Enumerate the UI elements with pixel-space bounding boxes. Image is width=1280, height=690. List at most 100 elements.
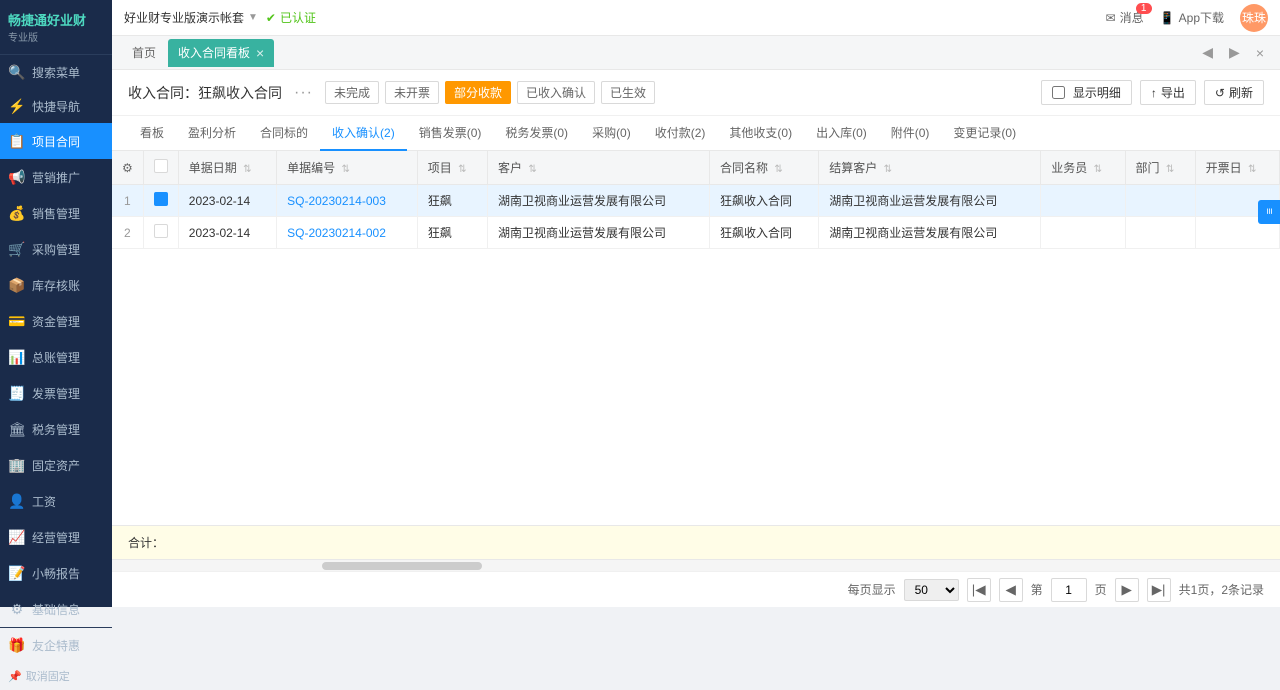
- active-tab[interactable]: 收入合同看板 ×: [168, 39, 274, 67]
- next-page-button[interactable]: ▶: [1115, 578, 1139, 602]
- data-table: ⚙ 单据日期 ⇅ 单据编号 ⇅: [112, 151, 1280, 249]
- tab-payment[interactable]: 收付款(2): [643, 116, 718, 151]
- table-row[interactable]: 2 2023-02-14 SQ-20230214-002 狂飙 湖南卫视商业运营…: [112, 217, 1280, 249]
- user-avatar[interactable]: 珠珠: [1240, 4, 1268, 32]
- sidebar-item-inventory[interactable]: 📦 库存核账: [0, 267, 112, 303]
- right-action-icon: ≡: [1263, 208, 1275, 216]
- status-tag-confirmed[interactable]: 已收入确认: [517, 81, 595, 104]
- th-open-date[interactable]: 开票日 ⇅: [1195, 151, 1279, 185]
- cell-index: 1: [112, 185, 143, 217]
- export-button[interactable]: ↑ 导出: [1140, 80, 1196, 105]
- tab-close-all-icon[interactable]: ×: [1252, 43, 1268, 63]
- row-checkbox[interactable]: [154, 224, 168, 238]
- sidebar-item-labor[interactable]: 👤 工资: [0, 483, 112, 519]
- row-checkbox[interactable]: [154, 192, 168, 206]
- sidebar-item-funds[interactable]: 💳 资金管理: [0, 303, 112, 339]
- first-page-button[interactable]: |◀: [967, 578, 991, 602]
- cell-dept: [1125, 185, 1195, 217]
- content-area: 收入合同：狂飙收入合同 ··· 未完成 未开票 部分收款 已收入确认 已生效 显…: [112, 70, 1280, 607]
- tab-contract-target[interactable]: 合同标的: [248, 116, 320, 151]
- tab-warehouse[interactable]: 出入库(0): [804, 116, 879, 151]
- sidebar-item-search[interactable]: 🔍 搜索菜单: [0, 55, 112, 89]
- tab-change-log[interactable]: 变更记录(0): [941, 116, 1028, 151]
- sidebar-item-report[interactable]: 📝 小畅报告: [0, 555, 112, 591]
- refresh-icon: ↺: [1215, 86, 1225, 100]
- tab-sales-invoice[interactable]: 销售发票(0): [407, 116, 494, 151]
- certified-check-icon: ✔: [266, 11, 276, 25]
- sidebar-item-project[interactable]: 📋 项目合同: [0, 123, 112, 159]
- sidebar-item-youqi[interactable]: 🎁 友企特惠: [0, 628, 112, 662]
- home-tab[interactable]: 首页: [124, 40, 164, 65]
- refresh-button[interactable]: ↺ 刷新: [1204, 80, 1264, 105]
- cell-date: 2023-02-14: [178, 185, 276, 217]
- sidebar-item-basic[interactable]: ⚙ 基础信息: [0, 591, 112, 627]
- status-tag-incomplete[interactable]: 未完成: [325, 81, 379, 104]
- th-customer[interactable]: 客户 ⇅: [487, 151, 709, 185]
- message-button[interactable]: ✉ 消息 1: [1106, 9, 1144, 26]
- tab-close-icon[interactable]: ×: [256, 45, 264, 61]
- more-options-button[interactable]: ···: [294, 84, 313, 102]
- th-date[interactable]: 单据日期 ⇅: [178, 151, 276, 185]
- sidebar-item-quick-nav[interactable]: ⚡ 快捷导航: [0, 89, 112, 123]
- tab-prev-icon[interactable]: ◀: [1198, 42, 1217, 63]
- th-contract-name[interactable]: 合同名称 ⇅: [709, 151, 818, 185]
- sidebar-item-invoice[interactable]: 🧾 发票管理: [0, 375, 112, 411]
- youqi-icon: 🎁: [8, 636, 26, 654]
- tab-attachment[interactable]: 附件(0): [879, 116, 942, 151]
- tab-profit[interactable]: 盈利分析: [176, 116, 248, 151]
- invoice-icon: 🧾: [8, 384, 26, 402]
- sidebar-item-fixed-assets[interactable]: 🏢 固定资产: [0, 447, 112, 483]
- sidebar-item-general[interactable]: 📊 总账管理: [0, 339, 112, 375]
- select-all-checkbox[interactable]: [154, 159, 168, 173]
- table-settings-icon[interactable]: ⚙: [122, 161, 133, 175]
- cell-settle-customer: 湖南卫视商业运营发展有限公司: [819, 217, 1041, 249]
- app-download-button[interactable]: 📱 App下载: [1160, 9, 1224, 26]
- tab-next-icon[interactable]: ▶: [1225, 42, 1244, 63]
- header-actions: 显示明细 ↑ 导出 ↺ 刷新: [1041, 80, 1264, 105]
- company-selector[interactable]: 好业财专业版演示帐套 ▼: [124, 9, 258, 26]
- sidebar-item-label: 资金管理: [32, 313, 80, 330]
- sort-icon-date: ⇅: [243, 164, 251, 175]
- sidebar-item-sales[interactable]: 💰 销售管理: [0, 195, 112, 231]
- sidebar-item-tax[interactable]: 🏛 税务管理: [0, 411, 112, 447]
- tab-other-income[interactable]: 其他收支(0): [717, 116, 804, 151]
- table-row[interactable]: 1 2023-02-14 SQ-20230214-003 狂飙 湖南卫视商业运营…: [112, 185, 1280, 217]
- sidebar-item-marketing[interactable]: 📢 营销推广: [0, 159, 112, 195]
- contract-header: 收入合同：狂飙收入合同 ··· 未完成 未开票 部分收款 已收入确认 已生效 显…: [112, 70, 1280, 116]
- sort-icon-project: ⇅: [458, 164, 466, 175]
- status-tag-partial[interactable]: 部分收款: [445, 81, 511, 104]
- cell-customer: 湖南卫视商业运营发展有限公司: [487, 185, 709, 217]
- labor-icon: 👤: [8, 492, 26, 510]
- tab-purchase[interactable]: 采购(0): [580, 116, 643, 151]
- th-dept[interactable]: 部门 ⇅: [1125, 151, 1195, 185]
- tab-income-confirm[interactable]: 收入确认(2): [320, 116, 407, 151]
- search-icon: 🔍: [8, 63, 26, 81]
- doc-number-link[interactable]: SQ-20230214-002: [287, 226, 386, 240]
- prev-page-button[interactable]: ◀: [999, 578, 1023, 602]
- sidebar-item-label: 发票管理: [32, 385, 80, 402]
- right-action-button[interactable]: ≡: [1258, 200, 1280, 224]
- scroll-thumb[interactable]: [322, 562, 482, 570]
- per-page-select[interactable]: 50 100 200: [904, 579, 959, 601]
- th-salesman[interactable]: 业务员 ⇅: [1041, 151, 1125, 185]
- th-number[interactable]: 单据编号 ⇅: [277, 151, 418, 185]
- last-page-button[interactable]: ▶|: [1147, 578, 1171, 602]
- display-detail-checkbox[interactable]: 显示明细: [1041, 80, 1132, 105]
- cell-checkbox: [143, 217, 178, 249]
- status-tag-effective[interactable]: 已生效: [601, 81, 655, 104]
- doc-number-link[interactable]: SQ-20230214-003: [287, 194, 386, 208]
- tab-tax-invoice[interactable]: 税务发票(0): [493, 116, 580, 151]
- horizontal-scrollbar[interactable]: [112, 559, 1280, 571]
- topbar: 好业财专业版演示帐套 ▼ ✔ 已认证 ✉ 消息 1 📱 App下载 珠珠: [112, 0, 1280, 36]
- sidebar-item-purchase[interactable]: 🛒 采购管理: [0, 231, 112, 267]
- quick-nav-icon: ⚡: [8, 97, 26, 115]
- th-settings[interactable]: ⚙: [112, 151, 143, 185]
- tab-kanban[interactable]: 看板: [128, 116, 176, 151]
- pin-button[interactable]: 📌 取消固定: [0, 662, 112, 690]
- th-settle-customer[interactable]: 结算客户 ⇅: [819, 151, 1041, 185]
- page-number-input[interactable]: [1051, 578, 1087, 602]
- status-tag-no-invoice[interactable]: 未开票: [385, 81, 439, 104]
- th-project[interactable]: 项目 ⇅: [417, 151, 487, 185]
- detail-checkbox-input[interactable]: [1052, 86, 1065, 99]
- sidebar-item-ops[interactable]: 📈 经营管理: [0, 519, 112, 555]
